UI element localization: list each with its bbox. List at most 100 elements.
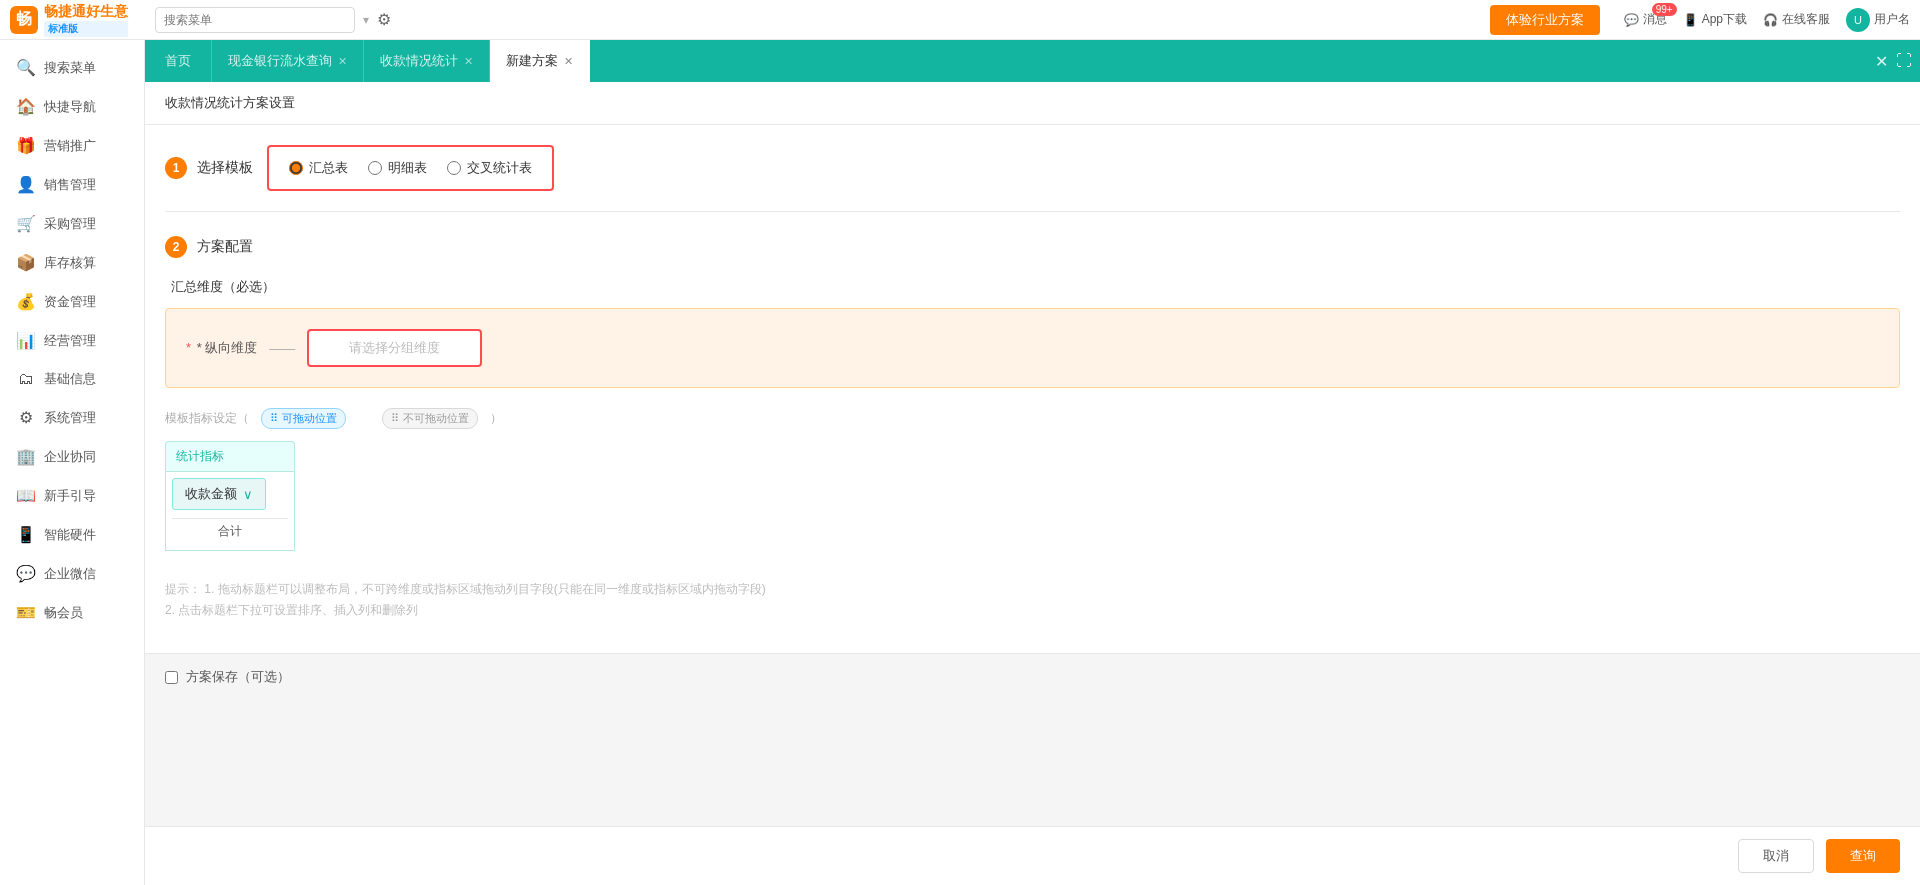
- sidebar-item-member[interactable]: 🎫 畅会员: [0, 593, 144, 632]
- sidebar-label-sales: 销售管理: [44, 176, 96, 194]
- online-support[interactable]: 🎧 在线客服: [1763, 11, 1830, 28]
- sidebar-item-operations[interactable]: 📊 经营管理: [0, 321, 144, 360]
- metrics-table-area: 统计指标 收款金额 ∨ 合计: [165, 441, 1900, 551]
- radio-summary-input[interactable]: [289, 161, 303, 175]
- sidebar-item-marketing[interactable]: 🎁 营销推广: [0, 126, 144, 165]
- tab-bank-flow[interactable]: 现金银行流水查询 ✕: [212, 40, 364, 82]
- dropdown-icon[interactable]: ▾: [363, 13, 369, 27]
- metrics-section: 模板指标设定（ ⠿ 可拖动位置 ⠿ 不可拖动位置 ）: [165, 408, 1900, 633]
- logo: 畅 畅捷通好生意 标准版: [10, 3, 155, 37]
- radio-cross-label: 交叉统计表: [467, 159, 532, 177]
- vertical-dim-label: * * 纵向维度: [186, 339, 257, 357]
- save-label: 方案保存（可选）: [186, 668, 290, 686]
- tab-new-plan-label: 新建方案: [506, 52, 558, 70]
- page-header: 收款情况统计方案设置: [145, 82, 1920, 125]
- metrics-config-sep: [358, 410, 370, 427]
- radio-cross-input[interactable]: [447, 161, 461, 175]
- query-button[interactable]: 查询: [1826, 839, 1900, 873]
- step2-indicator: 2 方案配置: [165, 236, 1900, 258]
- sidebar-label-system: 系统管理: [44, 409, 96, 427]
- dimension-row: * * 纵向维度 —— 请选择分组维度: [186, 329, 1879, 367]
- trial-button[interactable]: 体验行业方案: [1490, 5, 1600, 35]
- radio-detail-input[interactable]: [368, 161, 382, 175]
- nodrag-icon: ⠿: [391, 412, 399, 425]
- sidebar-item-hardware[interactable]: 📱 智能硬件: [0, 515, 144, 554]
- sidebar-label-quicknav: 快捷导航: [44, 98, 96, 116]
- cancel-button[interactable]: 取消: [1738, 839, 1814, 873]
- menu-search-input[interactable]: [155, 7, 355, 33]
- sidebar-item-wechat[interactable]: 💬 企业微信: [0, 554, 144, 593]
- sidebar-label-basic: 基础信息: [44, 370, 96, 388]
- chat-icon: 💬: [16, 564, 36, 583]
- sidebar-item-system[interactable]: ⚙ 系统管理: [0, 398, 144, 437]
- dimension-area: * * 纵向维度 —— 请选择分组维度: [165, 308, 1900, 388]
- gear-icon[interactable]: ⚙: [377, 10, 391, 29]
- app-download[interactable]: 📱 App下载: [1683, 11, 1747, 28]
- template-radio-group: 汇总表 明细表 交叉统计表: [289, 159, 532, 177]
- sidebar-item-enterprise[interactable]: 🏢 企业协同: [0, 437, 144, 476]
- sidebar-item-finance[interactable]: 💰 资金管理: [0, 282, 144, 321]
- notification-area[interactable]: 💬 消息 99+: [1624, 11, 1667, 28]
- sidebar-item-search[interactable]: 🔍 搜索菜单: [0, 48, 144, 87]
- save-checkbox[interactable]: [165, 671, 178, 684]
- page-content: 收款情况统计方案设置 1 选择模板 汇总表: [145, 82, 1920, 826]
- tip-2: 2. 点击标题栏下拉可设置排序、插入列和删除列: [165, 602, 1900, 619]
- sidebar-label-finance: 资金管理: [44, 293, 96, 311]
- sidebar-item-guide[interactable]: 📖 新手引导: [0, 476, 144, 515]
- metrics-config-end: ）: [490, 410, 502, 427]
- form-section: 1 选择模板 汇总表 明细表: [145, 125, 1920, 653]
- content-area: 首页 现金银行流水查询 ✕ 收款情况统计 ✕ 新建方案 ✕ ✕ ⛶ 收: [145, 40, 1920, 885]
- drag-icon: ⠿: [270, 412, 278, 425]
- gift-icon: 🎁: [16, 136, 36, 155]
- save-section: 方案保存（可选）: [145, 653, 1920, 700]
- sidebar-item-quicknav[interactable]: 🏠 快捷导航: [0, 87, 144, 126]
- tab-collection-close[interactable]: ✕: [464, 55, 473, 68]
- radio-detail[interactable]: 明细表: [368, 159, 427, 177]
- metric-total: 合计: [172, 518, 288, 544]
- draggable-badge: ⠿ 可拖动位置: [261, 408, 346, 429]
- user-avatar[interactable]: U 用户名: [1846, 8, 1910, 32]
- username: 用户名: [1874, 11, 1910, 28]
- tab-bar: 首页 现金银行流水查询 ✕ 收款情况统计 ✕ 新建方案 ✕ ✕ ⛶: [145, 40, 1920, 82]
- top-breadcrumb: ▾ ⚙: [155, 7, 822, 33]
- sidebar-label-marketing: 营销推广: [44, 137, 96, 155]
- sidebar-item-purchase[interactable]: 🛒 采购管理: [0, 204, 144, 243]
- metrics-config-text: 模板指标设定（: [165, 410, 249, 427]
- tab-collection-stats[interactable]: 收款情况统计 ✕: [364, 40, 490, 82]
- box-icon: 📦: [16, 253, 36, 272]
- building-icon: 🏢: [16, 447, 36, 466]
- tab-new-plan-close[interactable]: ✕: [564, 55, 573, 68]
- tab-collection-stats-label: 收款情况统计: [380, 52, 458, 70]
- radio-detail-label: 明细表: [388, 159, 427, 177]
- dimension-placeholder: 请选择分组维度: [349, 340, 440, 355]
- radio-summary[interactable]: 汇总表: [289, 159, 348, 177]
- tab-bank-flow-close[interactable]: ✕: [338, 55, 347, 68]
- template-selection: 汇总表 明细表 交叉统计表: [267, 145, 554, 191]
- non-draggable-label: 不可拖动位置: [403, 411, 469, 426]
- money-icon: 💰: [16, 292, 36, 311]
- sidebar-item-basic[interactable]: 🗂 基础信息: [0, 360, 144, 398]
- sidebar: 🔍 搜索菜单 🏠 快捷导航 🎁 营销推广 👤 销售管理 🛒 采购管理 📦 库存核…: [0, 40, 145, 885]
- sidebar-label-operations: 经营管理: [44, 332, 96, 350]
- sidebar-item-sales[interactable]: 👤 销售管理: [0, 165, 144, 204]
- sidebar-label-purchase: 采购管理: [44, 215, 96, 233]
- step1-indicator: 1 选择模板 汇总表 明细表: [165, 145, 1900, 191]
- dimension-select[interactable]: 请选择分组维度: [307, 329, 482, 367]
- stats-header: 统计指标: [165, 441, 295, 472]
- sidebar-item-inventory[interactable]: 📦 库存核算: [0, 243, 144, 282]
- tab-maximize-icon[interactable]: ⛶: [1896, 52, 1912, 70]
- tab-close-window-icon[interactable]: ✕: [1875, 52, 1888, 71]
- sidebar-label-search: 搜索菜单: [44, 59, 96, 77]
- metric-chip-amount[interactable]: 收款金额 ∨: [172, 478, 266, 510]
- metric-label: 收款金额: [185, 485, 237, 503]
- radio-cross[interactable]: 交叉统计表: [447, 159, 532, 177]
- sub-label-dimension: 汇总维度（必选）: [171, 278, 1900, 296]
- ticket-icon: 🎫: [16, 603, 36, 622]
- sidebar-label-guide: 新手引导: [44, 487, 96, 505]
- top-bar: 畅 畅捷通好生意 标准版 ▾ ⚙ 体验行业方案 💬 消息 99+ 📱 App下载…: [0, 0, 1920, 40]
- cart-icon: 🛒: [16, 214, 36, 233]
- tab-new-plan[interactable]: 新建方案 ✕: [490, 40, 590, 82]
- tab-home[interactable]: 首页: [145, 40, 212, 82]
- draggable-label: 可拖动位置: [282, 411, 337, 426]
- tips-area: 提示： 1. 拖动标题栏可以调整布局，不可跨维度或指标区域拖动列目字段(只能在同…: [165, 571, 1900, 633]
